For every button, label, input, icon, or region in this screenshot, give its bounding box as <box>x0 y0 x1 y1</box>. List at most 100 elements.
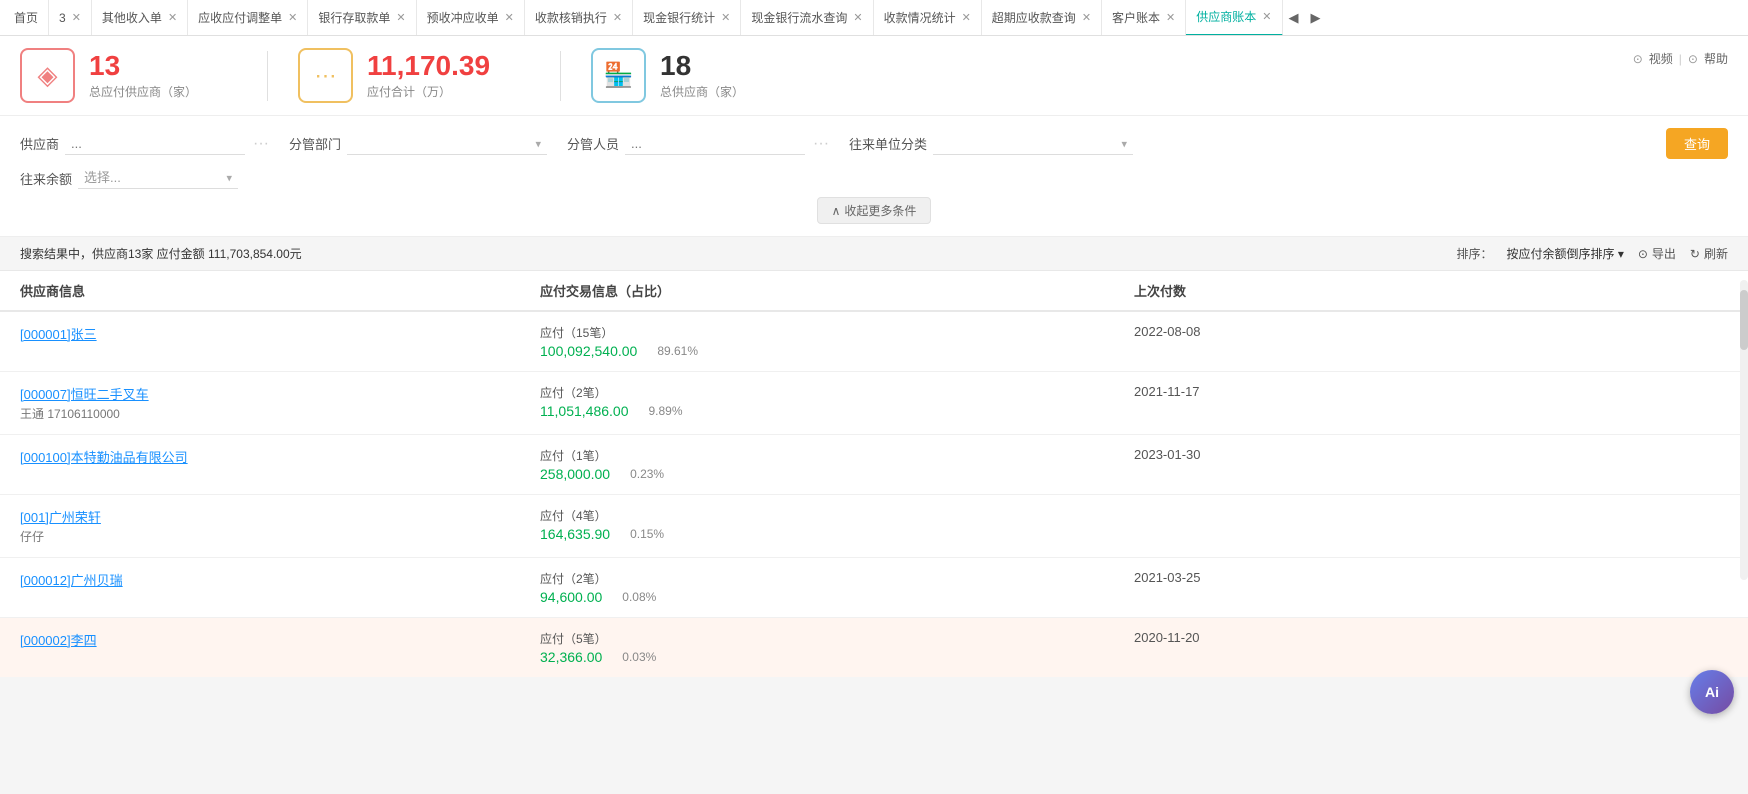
close-icon[interactable]: ✕ <box>1082 11 1091 24</box>
balance-select[interactable]: 选择... <box>78 167 238 189</box>
col-transaction-info: 应付交易信息（占比） <box>540 281 1134 300</box>
balance-select-wrap: 选择... <box>78 167 238 189</box>
video-link[interactable]: 视频 <box>1649 50 1673 67</box>
nav-tab-3[interactable]: 3 ✕ <box>49 0 92 36</box>
close-icon[interactable]: ✕ <box>853 11 862 24</box>
table-row: [000012]广州贝瑞 应付（2笔） 94,600.00 0.08% 2021… <box>0 558 1748 618</box>
nav-tab-bank-deposit[interactable]: 银行存取款单 ✕ <box>308 0 416 36</box>
dept-label: 分管部门 <box>289 134 341 153</box>
total-suppliers-stat: 18 总供应商（家） <box>591 48 744 103</box>
payable-suppliers-content: 13 总应付供应商（家） <box>89 51 197 101</box>
trans-percent-3: 0.23% <box>630 467 664 481</box>
ai-button[interactable]: Ai <box>1690 670 1734 714</box>
close-icon[interactable]: ✕ <box>505 11 514 24</box>
collapse-button[interactable]: ∧ 收起更多条件 <box>817 197 932 224</box>
supplier-dots[interactable]: ··· <box>253 135 269 153</box>
nav-tab-supplier-ledger[interactable]: 供应商账本 ✕ <box>1186 0 1282 36</box>
close-icon[interactable]: ✕ <box>1166 11 1175 24</box>
close-icon[interactable]: ✕ <box>721 11 730 24</box>
trans-amount-4[interactable]: 164,635.90 <box>540 526 610 542</box>
nav-tab-receipt-stats[interactable]: 收款情况统计 ✕ <box>874 0 982 36</box>
stats-bar: 13 总应付供应商（家） 11,170.39 应付合计（万） 18 总供应商（家… <box>0 36 1748 116</box>
supplier-sub-2: 王通 17106110000 <box>20 405 540 422</box>
trans-amount-3[interactable]: 258,000.00 <box>540 466 610 482</box>
supplier-link-000100[interactable]: [000100]本特勤油品有限公司 <box>20 447 540 466</box>
dept-filter: 分管部门 <box>289 133 547 155</box>
filter-area: 供应商 ··· 分管部门 分管人员 ··· 往来单位分类 查询 <box>0 116 1748 237</box>
table-row: [000002]李四 应付（5笔） 32,366.00 0.03% 2020-1… <box>0 618 1748 677</box>
trans-amount-1[interactable]: 100,092,540.00 <box>540 343 637 359</box>
supplier-input[interactable] <box>65 133 245 155</box>
person-dots[interactable]: ··· <box>813 135 829 153</box>
trans-percent-6: 0.03% <box>622 650 656 664</box>
unit-label: 往来单位分类 <box>849 134 927 153</box>
nav-tab-home[interactable]: 首页 <box>4 0 49 36</box>
supplier-link-001[interactable]: [001]广州荣轩 <box>20 507 540 526</box>
col-last-payment: 上次付数 <box>1134 281 1728 300</box>
close-icon[interactable]: ✕ <box>288 11 297 24</box>
refresh-button[interactable]: ↻ 刷新 <box>1690 245 1728 262</box>
supplier-label: 供应商 <box>20 134 59 153</box>
close-icon[interactable]: ✕ <box>1262 10 1271 23</box>
sort-dropdown[interactable]: 按应付余额倒序排序 ▾ <box>1506 245 1623 262</box>
result-bar: 搜索结果中，供应商13家 应付金额 111,703,854.00元 排序： 按应… <box>0 237 1748 271</box>
trans-amount-5[interactable]: 94,600.00 <box>540 589 602 605</box>
last-pay-cell-6: 2020-11-20 <box>1134 630 1728 645</box>
total-suppliers-label: 总供应商（家） <box>660 83 744 100</box>
filter-row-1: 供应商 ··· 分管部门 分管人员 ··· 往来单位分类 查询 <box>20 128 1728 159</box>
supplier-link-000012[interactable]: [000012]广州贝瑞 <box>20 570 540 589</box>
total-suppliers-content: 18 总供应商（家） <box>660 51 744 101</box>
supplier-cell-5: [000012]广州贝瑞 <box>20 570 540 589</box>
balance-label: 往来余额 <box>20 169 72 188</box>
payable-suppliers-stat: 13 总应付供应商（家） <box>20 48 197 103</box>
nav-tab-other-income[interactable]: 其他收入单 ✕ <box>92 0 188 36</box>
payable-suppliers-count: 13 <box>89 51 197 82</box>
supplier-link-000007[interactable]: [000007]恒旺二手叉车 <box>20 384 540 403</box>
unit-select-wrap <box>933 133 1133 155</box>
trans-percent-1: 89.61% <box>657 344 698 358</box>
scrollbar[interactable] <box>1740 280 1748 580</box>
stat-divider-1 <box>267 51 268 101</box>
nav-tab-cash-stats[interactable]: 现金银行统计 ✕ <box>633 0 741 36</box>
close-icon[interactable]: ✕ <box>72 11 81 24</box>
supplier-cell-1: [000001]张三 <box>20 324 540 343</box>
store-icon <box>591 48 646 103</box>
table-row: [000007]恒旺二手叉车 王通 17106110000 应付（2笔） 11,… <box>0 372 1748 435</box>
chevron-down-icon: ▾ <box>1618 247 1624 261</box>
nav-tab-customer-ledger[interactable]: 客户账本 ✕ <box>1102 0 1186 36</box>
close-icon[interactable]: ✕ <box>396 11 405 24</box>
table-row-inner: [000007]恒旺二手叉车 王通 17106110000 应付（2笔） 11,… <box>0 372 1748 434</box>
dept-select-wrap <box>347 133 547 155</box>
refresh-icon: ↻ <box>1690 247 1700 261</box>
close-icon[interactable]: ✕ <box>962 11 971 24</box>
dept-select[interactable] <box>347 133 547 155</box>
help-link[interactable]: 帮助 <box>1704 50 1728 67</box>
nav-prev-arrow[interactable]: ◀ <box>1283 0 1305 36</box>
last-pay-cell-2: 2021-11-17 <box>1134 384 1728 399</box>
supplier-cell-2: [000007]恒旺二手叉车 王通 17106110000 <box>20 384 540 422</box>
nav-tab-cash-flow[interactable]: 现金银行流水查询 ✕ <box>741 0 873 36</box>
nav-tab-adjustment[interactable]: 应收应付调整单 ✕ <box>188 0 308 36</box>
unit-select[interactable] <box>933 133 1133 155</box>
person-input[interactable] <box>625 133 805 155</box>
nav-tab-receipt[interactable]: 收款核销执行 ✕ <box>525 0 633 36</box>
payable-amount-label: 应付合计（万） <box>367 83 490 100</box>
nav-tab-prepay[interactable]: 预收冲应收单 ✕ <box>417 0 525 36</box>
payable-amount-stat: 11,170.39 应付合计（万） <box>298 48 490 103</box>
supplier-link-000002[interactable]: [000002]李四 <box>20 630 540 649</box>
person-label: 分管人员 <box>567 134 619 153</box>
search-button[interactable]: 查询 <box>1666 128 1728 159</box>
trans-amount-6[interactable]: 32,366.00 <box>540 649 602 665</box>
nav-tab-overdue[interactable]: 超期应收款查询 ✕ <box>982 0 1102 36</box>
col-supplier-info: 供应商信息 <box>20 281 540 300</box>
export-button[interactable]: ⊙ 导出 <box>1638 245 1676 262</box>
trans-percent-5: 0.08% <box>622 590 656 604</box>
close-icon[interactable]: ✕ <box>168 11 177 24</box>
trans-amount-2[interactable]: 11,051,486.00 <box>540 403 629 419</box>
supplier-link-000001[interactable]: [000001]张三 <box>20 324 540 343</box>
nav-next-arrow[interactable]: ▶ <box>1305 0 1327 36</box>
supplier-cell-3: [000100]本特勤油品有限公司 <box>20 447 540 466</box>
grain-icon <box>298 48 353 103</box>
close-icon[interactable]: ✕ <box>613 11 622 24</box>
scrollbar-thumb[interactable] <box>1740 290 1748 350</box>
